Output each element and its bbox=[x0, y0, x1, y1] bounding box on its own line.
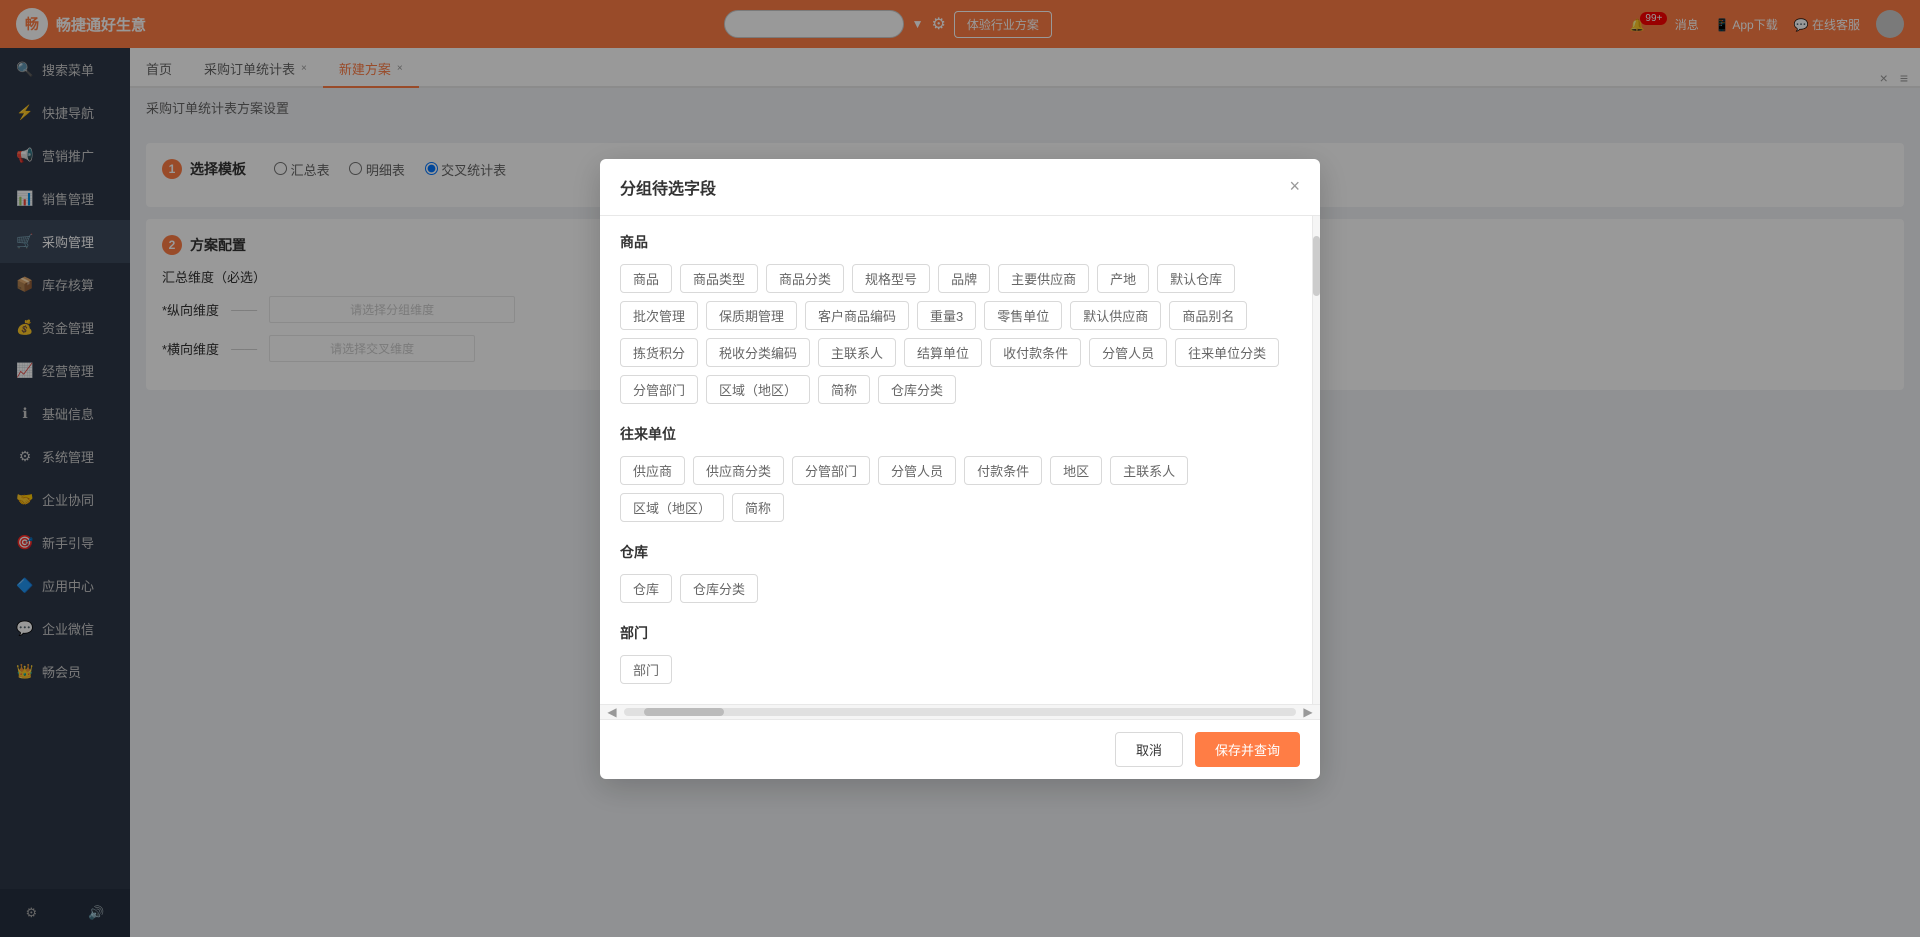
field-tag-short-name-partner[interactable]: 简称 bbox=[732, 493, 784, 522]
field-tag-picking-score[interactable]: 拣货积分 bbox=[620, 338, 698, 367]
modal-save-btn[interactable]: 保存并查询 bbox=[1195, 732, 1300, 767]
modal-cancel-btn[interactable]: 取消 bbox=[1115, 732, 1183, 767]
modal-inner: 商品 商品 商品类型 商品分类 规格型号 品牌 主要供应商 产地 默认仓库 批次… bbox=[600, 216, 1320, 704]
field-tag-supplier-category[interactable]: 供应商分类 bbox=[693, 456, 784, 485]
field-tag-retail-unit[interactable]: 零售单位 bbox=[984, 301, 1062, 330]
field-tag-product-category[interactable]: 商品分类 bbox=[766, 264, 844, 293]
field-tag-contact-partner[interactable]: 主联系人 bbox=[1110, 456, 1188, 485]
field-tag-product[interactable]: 商品 bbox=[620, 264, 672, 293]
modal-dialog: 分组待选字段 × 商品 商品 商品类型 商品分类 规格型号 品牌 主要供应商 产… bbox=[600, 159, 1320, 779]
field-tag-warehouse[interactable]: 仓库 bbox=[620, 574, 672, 603]
field-tag-spec-type[interactable]: 规格型号 bbox=[852, 264, 930, 293]
field-tag-main-supplier[interactable]: 主要供应商 bbox=[998, 264, 1089, 293]
warehouse-field-tags: 仓库 仓库分类 bbox=[620, 574, 1292, 603]
modal-scroll-content: 商品 商品 商品类型 商品分类 规格型号 品牌 主要供应商 产地 默认仓库 批次… bbox=[600, 216, 1312, 704]
field-tag-origin[interactable]: 产地 bbox=[1097, 264, 1149, 293]
field-tag-short-name-product[interactable]: 简称 bbox=[818, 375, 870, 404]
dept-field-tags: 部门 bbox=[620, 655, 1292, 684]
field-tag-warehouse-cat[interactable]: 仓库分类 bbox=[680, 574, 758, 603]
hscroll-thumb bbox=[644, 708, 724, 716]
field-tag-warehouse-category[interactable]: 仓库分类 bbox=[878, 375, 956, 404]
field-tag-manager-partner[interactable]: 分管人员 bbox=[878, 456, 956, 485]
field-tag-settlement-unit[interactable]: 结算单位 bbox=[904, 338, 982, 367]
hscroll-right-arrow[interactable]: ▶ bbox=[1300, 705, 1316, 719]
modal-footer: 取消 保存并查询 bbox=[600, 719, 1320, 779]
modal-overlay: 分组待选字段 × 商品 商品 商品类型 商品分类 规格型号 品牌 主要供应商 产… bbox=[0, 0, 1920, 937]
field-tag-tax-code[interactable]: 税收分类编码 bbox=[706, 338, 810, 367]
section-product: 商品 商品 商品类型 商品分类 规格型号 品牌 主要供应商 产地 默认仓库 批次… bbox=[620, 232, 1292, 404]
section-warehouse-title: 仓库 bbox=[620, 542, 1292, 562]
field-tag-region2-partner[interactable]: 区域（地区） bbox=[620, 493, 724, 522]
field-tag-region-product[interactable]: 区域（地区） bbox=[706, 375, 810, 404]
field-tag-default-warehouse[interactable]: 默认仓库 bbox=[1157, 264, 1235, 293]
field-tag-alias[interactable]: 商品别名 bbox=[1169, 301, 1247, 330]
field-tag-payment-condition[interactable]: 付款条件 bbox=[964, 456, 1042, 485]
field-tag-dept[interactable]: 部门 bbox=[620, 655, 672, 684]
modal-close-btn[interactable]: × bbox=[1289, 176, 1300, 197]
field-tag-default-supplier[interactable]: 默认供应商 bbox=[1070, 301, 1161, 330]
modal-title: 分组待选字段 bbox=[620, 175, 716, 199]
modal-header: 分组待选字段 × bbox=[600, 159, 1320, 216]
section-dept-title: 部门 bbox=[620, 623, 1292, 643]
modal-scrollbar-thumb bbox=[1313, 236, 1320, 296]
section-warehouse: 仓库 仓库 仓库分类 bbox=[620, 542, 1292, 603]
field-tag-region-partner[interactable]: 地区 bbox=[1050, 456, 1102, 485]
field-tag-dept-mgmt[interactable]: 分管部门 bbox=[620, 375, 698, 404]
field-tag-unit-category[interactable]: 往来单位分类 bbox=[1175, 338, 1279, 367]
hscroll-bar[interactable] bbox=[624, 708, 1296, 716]
modal-hscroll[interactable]: ◀ ▶ bbox=[600, 704, 1320, 719]
section-product-title: 商品 bbox=[620, 232, 1292, 252]
section-partner-title: 往来单位 bbox=[620, 424, 1292, 444]
field-tag-manager[interactable]: 分管人员 bbox=[1089, 338, 1167, 367]
modal-right-scrollbar[interactable] bbox=[1312, 216, 1320, 704]
field-tag-brand[interactable]: 品牌 bbox=[938, 264, 990, 293]
field-tag-main-contact[interactable]: 主联系人 bbox=[818, 338, 896, 367]
field-tag-weight3[interactable]: 重量3 bbox=[917, 301, 976, 330]
partner-field-tags: 供应商 供应商分类 分管部门 分管人员 付款条件 地区 主联系人 区域（地区） … bbox=[620, 456, 1292, 522]
field-tag-dept-partner[interactable]: 分管部门 bbox=[792, 456, 870, 485]
field-tag-product-type[interactable]: 商品类型 bbox=[680, 264, 758, 293]
section-department: 部门 部门 bbox=[620, 623, 1292, 684]
field-tag-customer-code[interactable]: 客户商品编码 bbox=[805, 301, 909, 330]
field-tag-supplier[interactable]: 供应商 bbox=[620, 456, 685, 485]
field-tag-batch-mgmt[interactable]: 批次管理 bbox=[620, 301, 698, 330]
section-partner: 往来单位 供应商 供应商分类 分管部门 分管人员 付款条件 地区 主联系人 区域… bbox=[620, 424, 1292, 522]
product-field-tags: 商品 商品类型 商品分类 规格型号 品牌 主要供应商 产地 默认仓库 批次管理 … bbox=[620, 264, 1292, 404]
hscroll-left-arrow[interactable]: ◀ bbox=[604, 705, 620, 719]
field-tag-quality-mgmt[interactable]: 保质期管理 bbox=[706, 301, 797, 330]
field-tag-payment-terms[interactable]: 收付款条件 bbox=[990, 338, 1081, 367]
